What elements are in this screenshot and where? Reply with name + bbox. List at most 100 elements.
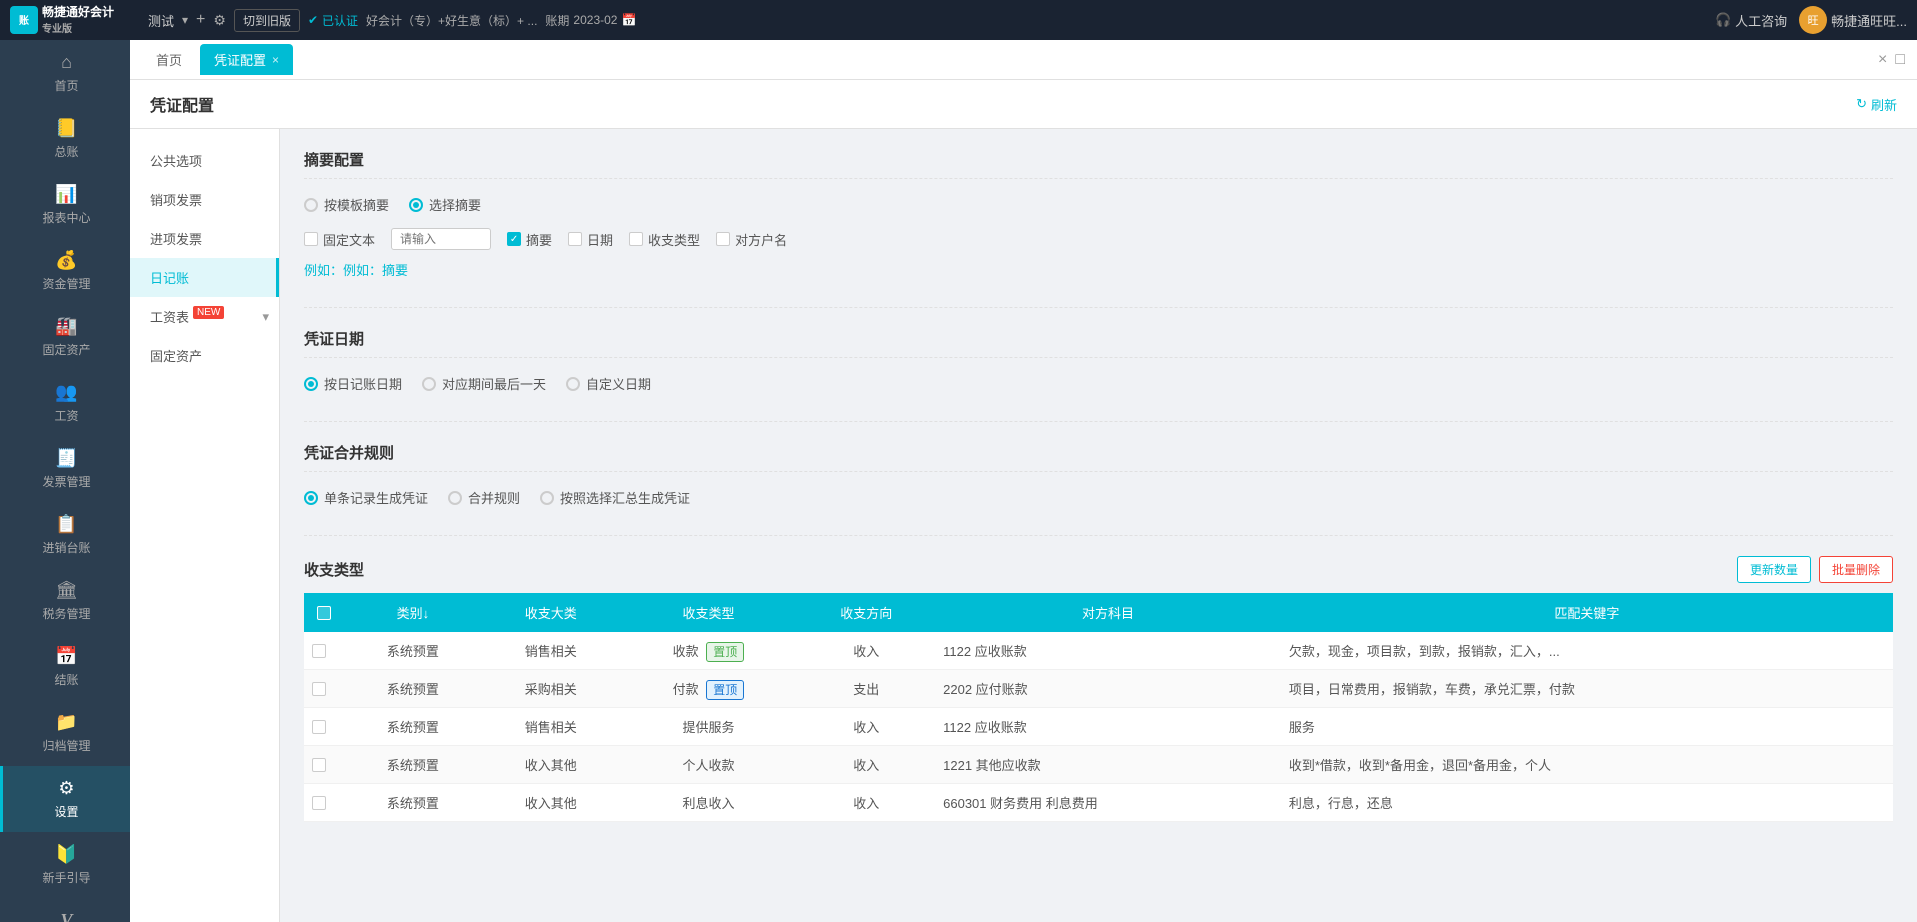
sidebar-item-guide[interactable]: 🔰 新手引导 [0, 832, 130, 898]
sidebar-item-member[interactable]: V 畅会员 [0, 898, 130, 922]
table-actions: 更新数量 批量删除 [1737, 556, 1893, 583]
top-bar-center: 测试 ▾ + ⚙ 切到旧版 ✔ 已认证 好会计（专）+好生意（标）+ ... 账… [148, 9, 1707, 32]
th-direction: 收支方向 [797, 593, 935, 632]
radio-summary-voucher[interactable]: 按照选择汇总生成凭证 [540, 488, 690, 507]
top-tag: 置顶 [706, 680, 744, 700]
table-row: 系统预置 收入其他 利息收入 收入 660301 财务费用 利息费用 利息，行息… [304, 784, 1893, 822]
left-nav-purchase-invoice[interactable]: 进项发票 [130, 219, 279, 258]
left-nav-journal[interactable]: 日记账 [130, 258, 279, 297]
certified-badge: ✔ 已认证 [308, 12, 358, 29]
counterparty-checkbox[interactable] [716, 232, 730, 246]
sidebar-item-home[interactable]: ⌂ 首页 [0, 40, 130, 106]
left-nav: 公共选项 销项发票 进项发票 日记账 工资表NEW ▾ 固定资产 [130, 129, 280, 922]
merge-section-title: 凭证合并规则 [304, 442, 1893, 472]
summary-radio-group: 按模板摘要 选择摘要 [304, 195, 1893, 214]
sidebar-item-reports[interactable]: 📊 报表中心 [0, 172, 130, 238]
row-checkbox[interactable] [312, 796, 326, 810]
add-icon[interactable]: + [196, 11, 205, 29]
payroll-icon: 👥 [55, 382, 77, 403]
gear-icon[interactable]: ⚙ [213, 12, 226, 29]
radio-single-voucher[interactable]: 单条记录生成凭证 [304, 488, 428, 507]
cell-major: 销售相关 [482, 632, 620, 670]
settings-icon: ⚙ [58, 778, 74, 799]
sidebar-item-inventory[interactable]: 📋 进销台账 [0, 502, 130, 568]
batch-delete-button[interactable]: 批量删除 [1819, 556, 1893, 583]
service-button[interactable]: 🎧 人工咨询 [1715, 11, 1787, 30]
table-row: 系统预置 采购相关 付款 置顶 支出 2202 应付账款 项目，日常费用，报销款… [304, 670, 1893, 708]
refresh-button[interactable]: ↻ 刷新 [1856, 95, 1897, 114]
sidebar-item-settings[interactable]: ⚙ 设置 [0, 766, 130, 832]
row-checkbox[interactable] [312, 644, 326, 658]
reports-icon: 📊 [55, 184, 77, 205]
left-nav-payroll[interactable]: 工资表NEW ▾ [130, 297, 279, 336]
checkbox-counterparty[interactable]: 对方户名 [716, 230, 787, 249]
fixed-text-checkbox[interactable] [304, 232, 318, 246]
user-menu[interactable]: 旺 畅捷通旺旺... [1799, 6, 1907, 34]
radio-select-summary[interactable]: 选择摘要 [409, 195, 481, 214]
sidebar-label-ledger: 总账 [54, 143, 78, 160]
cell-direction: 支出 [797, 670, 935, 708]
summary-checkbox[interactable] [507, 232, 521, 246]
table-row: 系统预置 销售相关 收款 置顶 收入 1122 应收账款 欠款，现金，项目款，到… [304, 632, 1893, 670]
radio-custom-date[interactable]: 自定义日期 [566, 374, 651, 393]
logo-sub: 专业版 [42, 20, 114, 35]
cell-account: 1122 应收账款 [935, 632, 1281, 670]
left-nav-sales-invoice[interactable]: 销项发票 [130, 180, 279, 219]
refresh-icon: ↻ [1856, 96, 1867, 112]
sidebar-item-assets[interactable]: 🏭 固定资产 [0, 304, 130, 370]
checkbox-cashflow-type[interactable]: 收支类型 [629, 230, 700, 249]
radio-period-last-day[interactable]: 对应期间最后一天 [422, 374, 546, 393]
tab-voucher-config[interactable]: 凭证配置 × [200, 44, 293, 75]
row-checkbox[interactable] [312, 758, 326, 772]
row-checkbox[interactable] [312, 720, 326, 734]
fixed-text-input[interactable] [391, 228, 491, 250]
summary-section: 摘要配置 按模板摘要 选择摘要 [304, 149, 1893, 279]
sidebar-item-closing[interactable]: 📅 结账 [0, 634, 130, 700]
left-nav-public[interactable]: 公共选项 [130, 141, 279, 180]
sidebar-item-tax[interactable]: 🏛 税务管理 [0, 568, 130, 634]
sidebar: ⌂ 首页 📒 总账 📊 报表中心 💰 资金管理 🏭 固定资产 👥 工资 🧾 发票… [0, 40, 130, 922]
tab-close-icon[interactable]: × [272, 53, 279, 67]
tax-icon: 🏛 [55, 580, 78, 601]
checkbox-fixed-text[interactable]: 固定文本 [304, 230, 375, 249]
row-checkbox[interactable] [312, 682, 326, 696]
logo-text: 畅捷通好会计 [42, 5, 114, 19]
switch-version-button[interactable]: 切到旧版 [234, 9, 300, 32]
cell-category: 系统预置 [344, 632, 482, 670]
sidebar-item-funds[interactable]: 💰 资金管理 [0, 238, 130, 304]
sidebar-label-tax: 税务管理 [42, 605, 90, 622]
cell-type: 提供服务 [620, 708, 798, 746]
merge-section: 凭证合并规则 单条记录生成凭证 合并规则 [304, 421, 1893, 507]
radio-select-circle [409, 198, 423, 212]
main-content: 摘要配置 按模板摘要 选择摘要 [280, 129, 1917, 922]
checkbox-summary[interactable]: 摘要 [507, 230, 552, 249]
calendar-icon[interactable]: 📅 [621, 13, 636, 27]
select-all-checkbox[interactable] [317, 606, 331, 620]
sidebar-item-invoice[interactable]: 🧾 发票管理 [0, 436, 130, 502]
checkbox-date[interactable]: 日期 [568, 230, 613, 249]
inventory-icon: 📋 [55, 514, 77, 535]
date-checkbox[interactable] [568, 232, 582, 246]
expand-icon[interactable]: ▾ [262, 309, 269, 325]
headset-icon: 🎧 [1715, 12, 1731, 28]
tab-home[interactable]: 首页 [142, 44, 196, 75]
cell-account: 660301 财务费用 利息费用 [935, 784, 1281, 822]
left-nav-fixed-assets[interactable]: 固定资产 [130, 336, 279, 375]
radio-merge-rule[interactable]: 合并规则 [448, 488, 520, 507]
cell-direction: 收入 [797, 708, 935, 746]
logo-icon: 账 [10, 6, 38, 34]
update-count-button[interactable]: 更新数量 [1737, 556, 1811, 583]
dropdown-arrow-icon[interactable]: ▾ [182, 13, 188, 27]
th-major: 收支大类 [482, 593, 620, 632]
close-window-icon[interactable]: × [1878, 51, 1887, 69]
archive-icon: 📁 [55, 712, 77, 733]
sidebar-item-ledger[interactable]: 📒 总账 [0, 106, 130, 172]
cashflow-type-checkbox[interactable] [629, 232, 643, 246]
tags-label: 好会计（专）+好生意（标）+ ... [366, 12, 537, 29]
maximize-icon[interactable]: □ [1895, 51, 1905, 69]
sidebar-item-archive[interactable]: 📁 归档管理 [0, 700, 130, 766]
radio-journal-date[interactable]: 按日记账日期 [304, 374, 402, 393]
table-row: 系统预置 销售相关 提供服务 收入 1122 应收账款 服务 [304, 708, 1893, 746]
radio-template-summary[interactable]: 按模板摘要 [304, 195, 389, 214]
sidebar-item-payroll[interactable]: 👥 工资 [0, 370, 130, 436]
